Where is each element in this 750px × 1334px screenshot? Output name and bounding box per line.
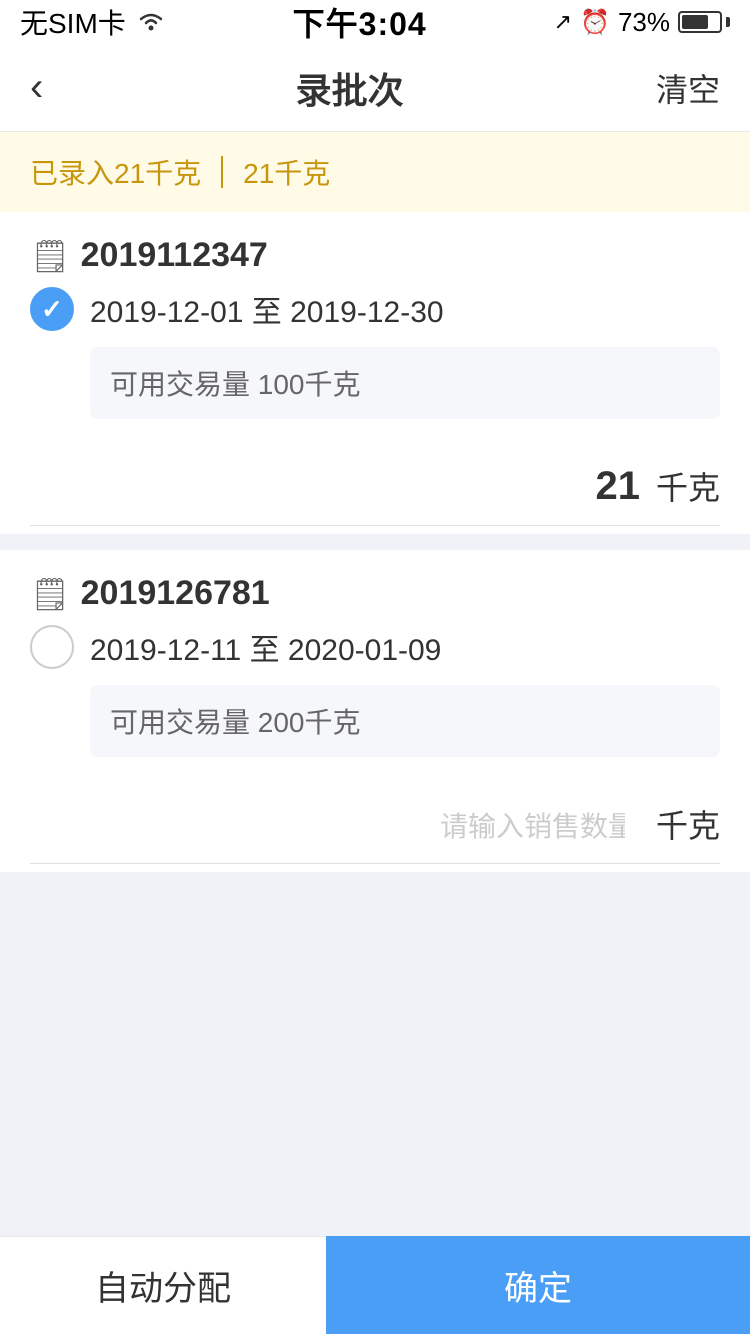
wifi-icon — [136, 6, 166, 38]
page-title: 录批次 — [296, 62, 404, 114]
info-divider — [221, 156, 223, 188]
batch-date-2: 2019-12-11 至 2020-01-09 — [90, 625, 441, 669]
recorded-label: 已录入21千克 — [30, 152, 201, 192]
batch-doc-icon-1: 🗒 — [30, 237, 71, 275]
batch-item-2: 🗒 2019126781 2019-12-11 至 2020-01-09 可用交… — [0, 550, 750, 781]
qty-unit-2: 千克 — [656, 801, 720, 847]
batch-date-1: 2019-12-01 至 2019-12-30 — [90, 287, 444, 331]
qty-row-1: 21 千克 — [0, 443, 750, 534]
location-icon: ↗ — [554, 9, 572, 35]
total-label: 21千克 — [243, 152, 330, 192]
status-bar: 无SIM卡 下午3:04 ↗ ⏰ 73% — [0, 0, 750, 44]
batch-header-1: 🗒 2019112347 — [30, 236, 720, 275]
nav-bar: ‹ 录批次 清空 — [0, 44, 750, 132]
radio-1[interactable]: ✓ — [30, 287, 74, 331]
battery-icon — [678, 11, 730, 33]
carrier-label: 无SIM卡 — [20, 2, 126, 42]
batch-avail-1: 可用交易量 100千克 — [90, 347, 720, 419]
qty-row-2: 千克 — [0, 781, 750, 872]
check-icon-1: ✓ — [41, 294, 63, 325]
batch-id-1: 2019112347 — [81, 236, 268, 275]
batch-date-row-2: 2019-12-11 至 2020-01-09 — [30, 625, 720, 669]
battery-percent: 73% — [618, 7, 670, 38]
status-time: 下午3:04 — [293, 0, 427, 45]
batch-date-row-1: ✓ 2019-12-01 至 2019-12-30 — [30, 287, 720, 331]
clear-button[interactable]: 清空 — [656, 65, 720, 111]
status-left: 无SIM卡 — [20, 2, 166, 42]
qty-unit-1: 千克 — [656, 463, 720, 509]
input-row-1: 21 千克 — [0, 443, 750, 525]
batch-doc-icon-2: 🗒 — [30, 575, 71, 613]
qty-value-1: 21 — [595, 464, 640, 509]
status-right: ↗ ⏰ 73% — [554, 7, 730, 38]
confirm-button[interactable]: 确定 — [326, 1236, 750, 1334]
auto-distribute-button[interactable]: 自动分配 — [0, 1236, 326, 1334]
back-button[interactable]: ‹ — [30, 65, 43, 110]
info-banner: 已录入21千克 21千克 — [0, 132, 750, 212]
alarm-icon: ⏰ — [580, 8, 610, 37]
batch-header-2: 🗒 2019126781 — [30, 574, 720, 613]
input-row-2: 千克 — [0, 781, 750, 863]
radio-2[interactable] — [30, 625, 74, 669]
qty-input-2[interactable] — [440, 803, 640, 845]
bottom-bar: 自动分配 确定 — [0, 1236, 750, 1334]
batch-item-1: 🗒 2019112347 ✓ 2019-12-01 至 2019-12-30 可… — [0, 212, 750, 443]
input-underline-1 — [30, 525, 720, 526]
input-underline-2 — [30, 863, 720, 864]
batch-id-2: 2019126781 — [81, 574, 270, 613]
batch-avail-2: 可用交易量 200千克 — [90, 685, 720, 757]
